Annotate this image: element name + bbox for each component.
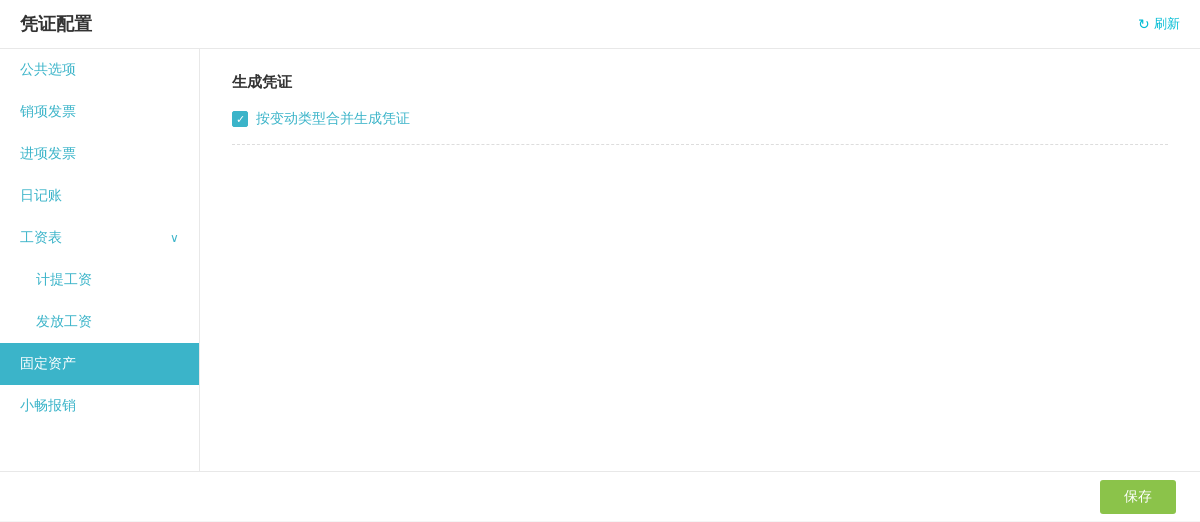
- checkbox-row: ✓ 按变动类型合并生成凭证: [232, 110, 1168, 128]
- refresh-icon: ↻: [1138, 16, 1150, 32]
- sidebar-item-pay-payroll[interactable]: 发放工资: [0, 301, 199, 343]
- checkmark-icon: ✓: [236, 114, 245, 125]
- merge-checkbox[interactable]: ✓: [232, 111, 248, 127]
- sidebar-item-label: 公共选项: [20, 61, 76, 79]
- sidebar-item-label: 进项发票: [20, 145, 76, 163]
- sidebar-item-label: 小畅报销: [20, 397, 76, 415]
- chevron-down-icon: ∨: [170, 231, 179, 245]
- section-title: 生成凭证: [232, 73, 1168, 92]
- page-footer: 保存: [0, 471, 1200, 521]
- sidebar-item-label: 计提工资: [36, 271, 92, 289]
- save-button[interactable]: 保存: [1100, 480, 1176, 514]
- sidebar-item-label: 发放工资: [36, 313, 92, 331]
- sidebar-item-payroll[interactable]: 工资表 ∨: [0, 217, 199, 259]
- refresh-label: 刷新: [1154, 15, 1180, 33]
- sidebar-item-accrual-payroll[interactable]: 计提工资: [0, 259, 199, 301]
- sidebar-item-fixed-assets[interactable]: 固定资产: [0, 343, 199, 385]
- main-layout: 公共选项销项发票进项发票日记账工资表 ∨ 计提工资发放工资固定资产小畅报销 生成凭证…: [0, 49, 1200, 471]
- sidebar-item-label: 固定资产: [20, 355, 76, 373]
- sidebar-item-purchase-invoice[interactable]: 进项发票: [0, 133, 199, 175]
- page-header: 凭证配置 ↻ 刷新: [0, 0, 1200, 49]
- checkbox-label: 按变动类型合并生成凭证: [256, 110, 410, 128]
- sidebar-item-label: 工资表: [20, 229, 62, 247]
- sidebar-item-expense[interactable]: 小畅报销: [0, 385, 199, 427]
- sidebar-item-journal[interactable]: 日记账: [0, 175, 199, 217]
- sidebar: 公共选项销项发票进项发票日记账工资表 ∨ 计提工资发放工资固定资产小畅报销: [0, 49, 200, 471]
- content-area: 生成凭证 ✓ 按变动类型合并生成凭证: [200, 49, 1200, 471]
- section-divider: [232, 144, 1168, 145]
- sidebar-item-sales-invoice[interactable]: 销项发票: [0, 91, 199, 133]
- refresh-button[interactable]: ↻ 刷新: [1138, 15, 1180, 33]
- sidebar-item-label: 日记账: [20, 187, 62, 205]
- page-title: 凭证配置: [20, 12, 92, 36]
- sidebar-item-public[interactable]: 公共选项: [0, 49, 199, 91]
- sidebar-item-label: 销项发票: [20, 103, 76, 121]
